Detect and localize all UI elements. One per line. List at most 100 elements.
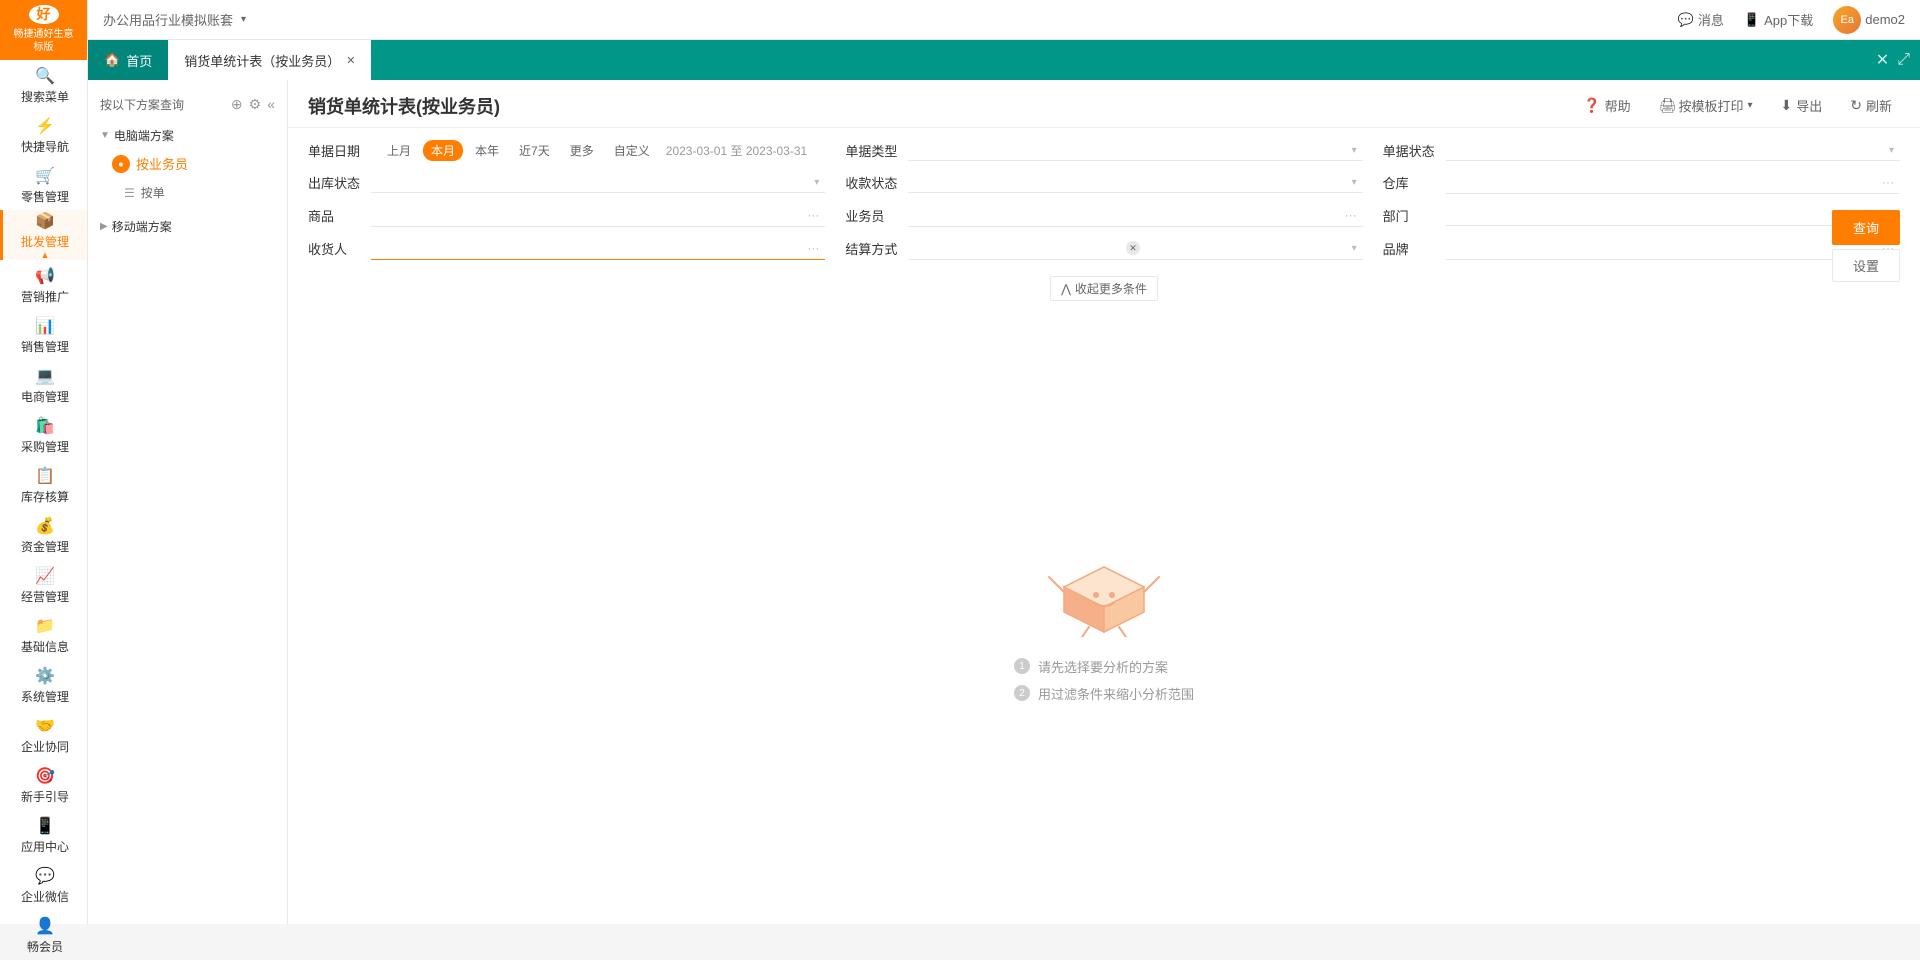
add-scheme-button[interactable]: ⊕ [231, 96, 243, 113]
sidebar-item-operations[interactable]: 📈 经营管理 [0, 560, 87, 610]
filter-date: 单据日期 上月 本月 本年 近7天 更多 自定义 20 [308, 140, 825, 161]
message-icon: 💬 [1678, 12, 1694, 28]
export-button[interactable]: ⬇ 导出 [1773, 92, 1831, 119]
scheme-group-mobile-title: ▶ 移动端方案 [88, 214, 287, 239]
goods-label: 商品 [308, 206, 363, 225]
date-label: 单据日期 [308, 141, 363, 160]
user-profile[interactable]: Ea demo2 [1833, 6, 1905, 34]
refresh-label: 刷新 [1866, 96, 1892, 115]
more-icon: ··· [807, 241, 819, 255]
warehouse-input[interactable]: ··· [1446, 171, 1900, 194]
consignee-input[interactable]: ··· [371, 237, 825, 260]
sidebar-item-retail[interactable]: 🛒 零售管理 [0, 160, 87, 210]
sidebar-item-label: 经营管理 [21, 588, 69, 605]
dropdown-icon: ▾ [1352, 243, 1357, 254]
filter-row-2: 出库状态 ▾ 收款状态 ▾ [308, 171, 1900, 194]
salesperson-input[interactable]: ··· [908, 204, 1362, 227]
tab-sales-stats-label: 销货单统计表（按业务员） [184, 51, 340, 70]
sidebar-item-sales[interactable]: 📊 销售管理 [0, 310, 87, 360]
chevron-down-icon: ▼ [100, 130, 110, 141]
settlement-label: 结算方式 [845, 239, 900, 258]
sidebar-item-marketing[interactable]: 📢 营销推广 [0, 260, 87, 310]
sidebar-item-purchase[interactable]: 🛍️ 采购管理 [0, 410, 87, 460]
app-subtext: 标版 [34, 41, 54, 55]
sidebar-item-label: 新手引导 [21, 788, 69, 805]
refresh-button[interactable]: ↻ 刷新 [1842, 92, 1900, 119]
ecommerce-icon: 💻 [35, 366, 55, 386]
refresh-icon: ↻ [1850, 97, 1862, 114]
query-button[interactable]: 查询 [1832, 210, 1900, 245]
tab-close-button[interactable]: ✕ [1876, 50, 1889, 70]
cooperation-icon: 🤝 [35, 716, 55, 736]
left-panel: 按以下方案查询 ⊕ ⚙ « ▼ 电脑端方案 ● 按业务员 ☰ 按 [88, 80, 288, 924]
sidebar-item-label: 采购管理 [21, 438, 69, 455]
sidebar-item-label: 应用中心 [21, 838, 69, 855]
sidebar-item-shortcut[interactable]: ⚡ 快捷导航 [0, 110, 87, 160]
dropdown-icon: ▾ [1352, 145, 1357, 156]
scheme-sub-item-by-order[interactable]: ☰ 按单 [88, 179, 287, 206]
sidebar-item-cooperation[interactable]: 🤝 企业协同 [0, 710, 87, 760]
help-label: 帮助 [1605, 96, 1631, 115]
marketing-icon: 📢 [35, 266, 55, 286]
top-bar-right: 💬 消息 📱 App下载 Ea demo2 [1678, 6, 1905, 34]
scheme-item-by-salesperson[interactable]: ● 按业务员 [88, 148, 287, 179]
logo-icon: 好 [29, 5, 59, 25]
system-icon: ⚙️ [35, 666, 55, 686]
avatar: Ea [1833, 6, 1861, 34]
sidebar-item-system[interactable]: ⚙️ 系统管理 [0, 660, 87, 710]
print-button[interactable]: 🖨 按模板打印 ▾ [1651, 92, 1761, 119]
member-icon: 👤 [35, 916, 55, 936]
doc-status-input[interactable]: ▾ [1446, 141, 1900, 161]
page-title: 销货单统计表(按业务员) [308, 93, 500, 119]
doc-type-input[interactable]: ▾ [908, 141, 1362, 161]
goods-input[interactable]: ··· [371, 204, 825, 227]
date-tab-last-month[interactable]: 上月 [379, 140, 419, 161]
settings-button[interactable]: 设置 [1832, 249, 1900, 282]
workspace-selector[interactable]: 办公用品行业模拟账套 ▾ [103, 10, 246, 29]
out-status-input[interactable]: ▾ [371, 173, 825, 193]
tab-expand-button[interactable]: ⤢ [1897, 51, 1910, 69]
date-range: 2023-03-01 至 2023-03-31 [666, 142, 807, 159]
order-icon: ☰ [124, 186, 135, 200]
sidebar-item-ecommerce[interactable]: 💻 电商管理 [0, 360, 87, 410]
date-tab-this-month[interactable]: 本月 [423, 140, 463, 161]
filter-consignee: 收货人 ··· [308, 237, 825, 260]
clear-icon[interactable]: ✕ [1126, 241, 1140, 255]
message-label: 消息 [1698, 10, 1724, 29]
date-tab-more[interactable]: 更多 [562, 140, 602, 161]
help-button[interactable]: ❓ 帮助 [1575, 92, 1638, 119]
tip-num-1: 1 [1014, 658, 1030, 674]
sidebar-item-inventory[interactable]: 📋 库存核算 [0, 460, 87, 510]
receipt-status-input[interactable]: ▾ [908, 173, 1362, 193]
sidebar-item-label: 企业协同 [21, 738, 69, 755]
collapse-panel-button[interactable]: « [267, 96, 275, 113]
app-download-button[interactable]: 📱 App下载 [1744, 10, 1813, 29]
group-label: 移动端方案 [112, 218, 172, 235]
right-content-inner: 销货单统计表(按业务员) ❓ 帮助 🖨 按模板打印 ▾ ⬇ [288, 80, 1920, 924]
date-tab-this-year[interactable]: 本年 [467, 140, 507, 161]
user-name: demo2 [1865, 12, 1905, 27]
tab-sales-stats[interactable]: 销货单统计表（按业务员） ✕ [168, 40, 371, 80]
sidebar-item-apps[interactable]: 📱 应用中心 [0, 810, 87, 860]
filter-settlement: 结算方式 ✕ ▾ [845, 237, 1362, 260]
sidebar-item-member[interactable]: 👤 畅会员 [0, 910, 87, 960]
filter-warehouse: 仓库 ··· [1383, 171, 1900, 194]
sidebar-item-search[interactable]: 🔍 搜索菜单 [0, 60, 87, 110]
sidebar-item-guide[interactable]: 🎯 新手引导 [0, 760, 87, 810]
settlement-input[interactable]: ✕ ▾ [908, 237, 1362, 260]
tab-close-icon[interactable]: ✕ [346, 54, 355, 67]
collapse-button[interactable]: ⋀ 收起更多条件 [1050, 276, 1158, 301]
tab-home[interactable]: 🏠 首页 [88, 40, 168, 80]
sidebar-item-finance[interactable]: 💰 资金管理 [0, 510, 87, 560]
sidebar-item-basic[interactable]: 📁 基础信息 [0, 610, 87, 660]
print-icon: 🖨 [1659, 97, 1677, 114]
main-area: 办公用品行业模拟账套 ▾ 💬 消息 📱 App下载 Ea demo2 🏠 首页 … [88, 0, 1920, 924]
sidebar-item-wechat[interactable]: 💬 企业微信 [0, 860, 87, 910]
date-tab-custom[interactable]: 自定义 [606, 140, 658, 161]
message-button[interactable]: 💬 消息 [1678, 10, 1724, 29]
sidebar-logo: 好 畅捷通好生意 标版 [0, 0, 87, 60]
settings-scheme-button[interactable]: ⚙ [249, 96, 262, 113]
date-tab-7days[interactable]: 近7天 [511, 140, 558, 161]
sidebar-item-wholesale[interactable]: 📦 批发管理 ▲ [0, 210, 87, 260]
sidebar-item-label: 库存核算 [21, 488, 69, 505]
